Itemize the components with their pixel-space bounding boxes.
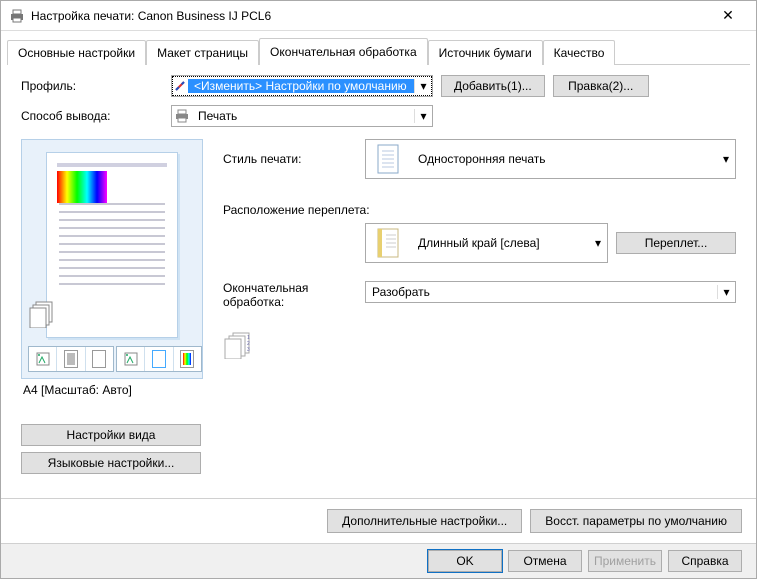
close-button[interactable]: ✕ (708, 7, 748, 24)
preview-mode-group-1[interactable] (28, 346, 114, 372)
print-style-row: Стиль печати: Односторонняя печать ▾ (223, 139, 736, 179)
view-settings-button[interactable]: Настройки вида (21, 424, 201, 446)
preview-frame (21, 139, 203, 379)
profile-select[interactable]: <Изменить> Настройки по умолчанию ▾ (171, 75, 433, 97)
profile-value: <Изменить> Настройки по умолчанию (188, 79, 414, 93)
finishing-panel: Профиль: <Изменить> Настройки по умолчан… (7, 65, 750, 492)
preview-page (46, 152, 178, 338)
output-label: Способ вывода: (21, 109, 171, 123)
finishing-label: Окончательная обработка: (223, 281, 365, 309)
window-title: Настройка печати: Canon Business IJ PCL6 (31, 9, 708, 23)
print-settings-window: Настройка печати: Canon Business IJ PCL6… (0, 0, 757, 579)
binding-label: Расположение переплета: (223, 203, 736, 217)
chevron-down-icon: ▾ (717, 285, 735, 299)
output-row: Способ вывода: Печать ▾ (21, 105, 736, 127)
output-select[interactable]: Печать ▾ (171, 105, 433, 127)
add-profile-button[interactable]: Добавить(1)... (441, 75, 545, 97)
help-button[interactable]: Справка (668, 550, 742, 572)
chevron-down-icon: ▾ (589, 236, 607, 250)
binding-group: Расположение переплета: Длинный край [сл… (223, 203, 736, 263)
profile-row: Профиль: <Изменить> Настройки по умолчан… (21, 75, 736, 97)
print-style-select[interactable]: Односторонняя печать ▾ (365, 139, 736, 179)
advanced-settings-button[interactable]: Дополнительные настройки... (327, 509, 522, 533)
cancel-button[interactable]: Отмена (508, 550, 582, 572)
paper-caption: A4 [Масштаб: Авто] (23, 383, 203, 397)
finishing-select[interactable]: Разобрать ▾ (365, 281, 736, 303)
preview-toolbar (28, 346, 204, 372)
finishing-row: Окончательная обработка: Разобрать ▾ (223, 281, 736, 309)
binding-select[interactable]: Длинный край [слева] ▾ (365, 223, 608, 263)
language-settings-button[interactable]: Языковые настройки... (21, 452, 201, 474)
tab-basic[interactable]: Основные настройки (7, 40, 146, 65)
chevron-down-icon: ▾ (717, 152, 735, 166)
binding-button[interactable]: Переплет... (616, 232, 736, 254)
preview-mode-group-2[interactable] (116, 346, 202, 372)
tab-page-layout[interactable]: Макет страницы (146, 40, 259, 65)
tab-quality[interactable]: Качество (543, 40, 616, 65)
binding-value: Длинный край [слева] (410, 236, 589, 250)
rainbow-thumbnail (57, 171, 107, 203)
main-area: A4 [Масштаб: Авто] Настройки вида Языков… (21, 139, 736, 480)
profile-label: Профиль: (21, 79, 171, 93)
print-style-value: Односторонняя печать (410, 152, 717, 166)
tab-finishing[interactable]: Окончательная обработка (259, 38, 428, 65)
left-column: A4 [Масштаб: Авто] Настройки вида Языков… (21, 139, 203, 480)
panel-footer: Дополнительные настройки... Восст. парам… (1, 498, 756, 543)
ok-button[interactable]: OK (428, 550, 502, 572)
finishing-value: Разобрать (366, 285, 717, 299)
svg-text:3: 3 (247, 347, 250, 353)
restore-defaults-button[interactable]: Восст. параметры по умолчанию (530, 509, 742, 533)
print-style-label: Стиль печати: (223, 152, 365, 166)
output-value: Печать (192, 109, 414, 123)
chevron-down-icon: ▾ (414, 109, 432, 123)
binding-left-icon (366, 224, 410, 262)
right-column: Стиль печати: Односторонняя печать ▾ Рас… (203, 139, 736, 480)
pencil-icon (172, 80, 188, 92)
printer-icon (9, 8, 25, 24)
collate-icon-row: 123 (223, 325, 736, 362)
printer-small-icon (172, 109, 192, 123)
chevron-down-icon: ▾ (414, 79, 432, 93)
page-stack-icon (28, 298, 58, 328)
titlebar: Настройка печати: Canon Business IJ PCL6… (1, 1, 756, 31)
collate-icon: 123 (223, 331, 249, 362)
tab-bar: Основные настройки Макет страницы Оконча… (1, 31, 756, 64)
single-side-icon (366, 140, 410, 178)
edit-profile-button[interactable]: Правка(2)... (553, 75, 649, 97)
tab-paper-source[interactable]: Источник бумаги (428, 40, 543, 65)
dialog-footer: OK Отмена Применить Справка (1, 543, 756, 578)
apply-button[interactable]: Применить (588, 550, 662, 572)
